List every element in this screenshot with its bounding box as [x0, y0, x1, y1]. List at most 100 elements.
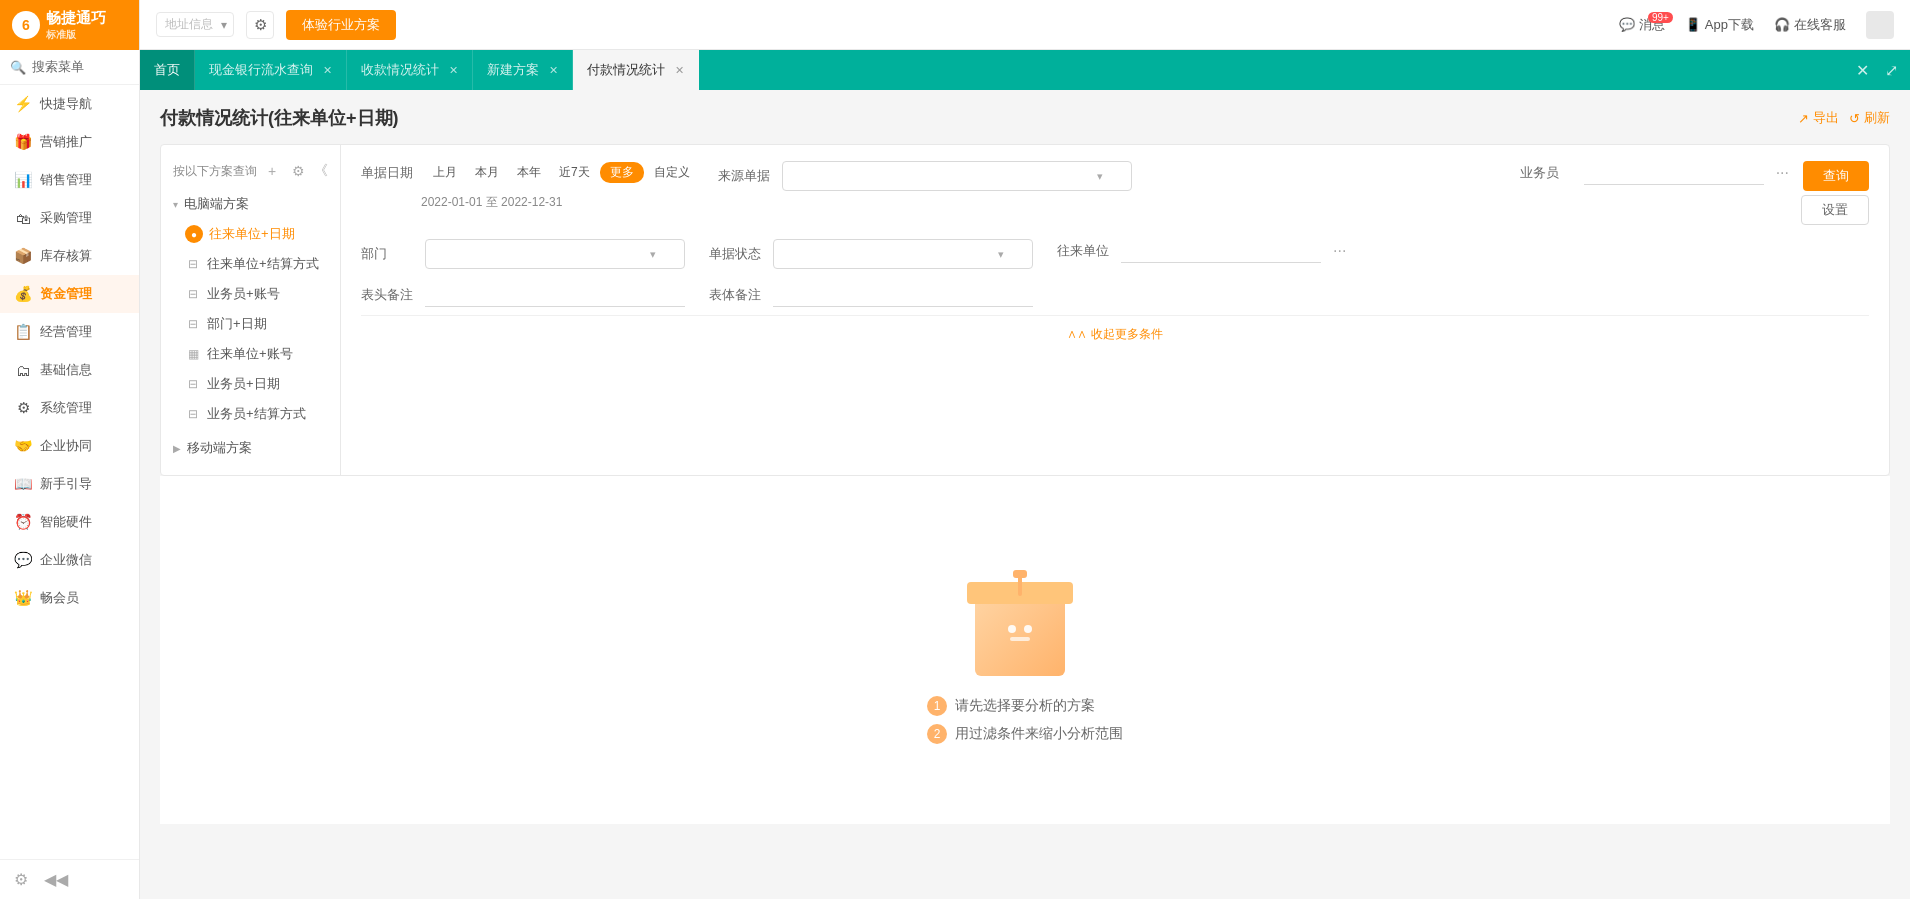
export-button[interactable]: ↗ 导出	[1798, 109, 1839, 127]
sidebar-item-weixin[interactable]: 💬 企业微信	[0, 541, 139, 579]
scheme-settings-icon[interactable]: ⚙	[288, 161, 308, 181]
date-opt-more[interactable]: 更多	[600, 162, 644, 183]
sales-icon: 📊	[14, 171, 32, 189]
tab-payment-label: 付款情况统计	[587, 61, 665, 79]
settings-button[interactable]: 设置	[1801, 195, 1869, 225]
tab-new-scheme[interactable]: 新建方案 ✕	[473, 50, 573, 90]
scheme-item-unit-settle[interactable]: ⊟ 往来单位+结算方式	[161, 249, 340, 279]
scheme-collapse-icon[interactable]: 《	[314, 162, 328, 180]
tab-home-label: 首页	[154, 61, 180, 79]
date-opt-custom[interactable]: 自定义	[646, 161, 698, 184]
dept-select[interactable]: ▾	[425, 239, 685, 269]
address-text: 地址信息	[165, 17, 213, 31]
address-bar[interactable]: 地址信息 ▾	[156, 12, 234, 37]
sidebar-item-enterprise[interactable]: 🤝 企业协同	[0, 427, 139, 465]
sidebar-item-label: 企业协同	[40, 437, 92, 455]
sidebar-item-basic[interactable]: 🗂 基础信息	[0, 351, 139, 389]
sidebar-item-sales[interactable]: 📊 销售管理	[0, 161, 139, 199]
scheme-add-icon[interactable]: +	[262, 161, 282, 181]
message-icon: 💬	[1619, 17, 1635, 32]
tab-receipt[interactable]: 收款情况统计 ✕	[347, 50, 473, 90]
scheme-item-staff-account[interactable]: ⊟ 业务员+账号	[161, 279, 340, 309]
tab-payment-close[interactable]: ✕	[675, 64, 684, 77]
user-avatar[interactable]	[1866, 11, 1894, 39]
header-right: 💬 消息 99+ 📱 App下载 🎧 在线客服	[1619, 11, 1894, 39]
sidebar-item-system[interactable]: ⚙ 系统管理	[0, 389, 139, 427]
scheme-group-desktop-header[interactable]: ▾ 电脑端方案	[161, 189, 340, 219]
sidebar-item-finance[interactable]: 💰 资金管理	[0, 275, 139, 313]
app-download-action[interactable]: 📱 App下载	[1685, 16, 1754, 34]
date-opt-last-month[interactable]: 上月	[425, 161, 465, 184]
purchase-icon: 🛍	[14, 209, 32, 227]
scheme-item-dept-date[interactable]: ⊟ 部门+日期	[161, 309, 340, 339]
date-opt-this-year[interactable]: 本年	[509, 161, 549, 184]
page-actions: ↗ 导出 ↺ 刷新	[1798, 109, 1890, 127]
tab-new-scheme-close[interactable]: ✕	[549, 64, 558, 77]
sidebar-search[interactable]: 🔍 搜索菜单	[0, 50, 139, 85]
date-opt-this-month[interactable]: 本月	[467, 161, 507, 184]
tab-home[interactable]: 首页	[140, 50, 195, 90]
tab-cashflow[interactable]: 现金银行流水查询 ✕	[195, 50, 347, 90]
scheme-item-staff-date[interactable]: ⊟ 业务员+日期	[161, 369, 340, 399]
sidebar-item-label: 采购管理	[40, 209, 92, 227]
scheme-group-desktop: ▾ 电脑端方案 ● 往来单位+日期 ⊟ 往来单位+结算方式 ⊟ 业务员+账号	[161, 189, 340, 429]
filter-actions: 查询 设置	[1801, 161, 1869, 225]
source-filter-label: 来源单据	[718, 167, 774, 185]
scheme-group-mobile-header[interactable]: ▶ 移动端方案	[161, 433, 340, 463]
trial-button[interactable]: 体验行业方案	[286, 10, 396, 40]
tab-cashflow-close[interactable]: ✕	[323, 64, 332, 77]
empty-hint-1: 1 请先选择要分析的方案	[927, 696, 1123, 716]
filter-row-2: 部门 ▾ 单据状态 ▾ 往来单位	[361, 239, 1869, 269]
sidebar-item-hardware[interactable]: ⏰ 智能硬件	[0, 503, 139, 541]
collapse-bar[interactable]: ∧∧ 收起更多条件	[361, 315, 1869, 353]
quicknav-icon: ⚡	[14, 95, 32, 113]
date-opt-7days[interactable]: 近7天	[551, 161, 598, 184]
marketing-icon: 🎁	[14, 133, 32, 151]
tab-new-scheme-label: 新建方案	[487, 61, 539, 79]
source-select[interactable]: ▾	[782, 161, 1132, 191]
scheme-item-unit-account[interactable]: ▦ 往来单位+账号	[161, 339, 340, 369]
logo-icon: 6	[12, 11, 40, 39]
staff-input[interactable]	[1584, 161, 1764, 185]
sidebar-nav: ⚡ 快捷导航 🎁 营销推广 📊 销售管理 🛍 采购管理 📦 库存核算 💰 资金管…	[0, 85, 139, 859]
sidebar-item-inventory[interactable]: 📦 库存核算	[0, 237, 139, 275]
scheme-item-label: 往来单位+账号	[207, 345, 293, 363]
tab-receipt-close[interactable]: ✕	[449, 64, 458, 77]
header-note-input[interactable]	[425, 283, 685, 307]
staff-dots-icon[interactable]: ···	[1772, 164, 1793, 182]
sidebar-item-marketing[interactable]: 🎁 营销推广	[0, 123, 139, 161]
message-action[interactable]: 💬 消息 99+	[1619, 16, 1665, 34]
body-note-input[interactable]	[773, 283, 1033, 307]
counterpart-input[interactable]	[1121, 239, 1321, 263]
collapse-arrow-icon: ∧∧	[1067, 327, 1087, 341]
mobile-group-label: 移动端方案	[187, 439, 252, 457]
refresh-button[interactable]: ↺ 刷新	[1849, 109, 1890, 127]
tab-expand-icon[interactable]: ⤢	[1881, 57, 1902, 84]
query-button[interactable]: 查询	[1803, 161, 1869, 191]
tab-payment[interactable]: 付款情况统计 ✕	[573, 50, 699, 90]
sidebar-item-label: 企业微信	[40, 551, 92, 569]
counterpart-filter-label: 往来单位	[1057, 242, 1113, 260]
app-edition: 标准版	[46, 28, 106, 42]
scheme-item-staff-settle[interactable]: ⊟ 业务员+结算方式	[161, 399, 340, 429]
sidebar-item-quicknav[interactable]: ⚡ 快捷导航	[0, 85, 139, 123]
empty-eye-right	[1024, 625, 1032, 633]
header-settings-icon[interactable]: ⚙	[246, 11, 274, 39]
filter-row-3: 表头备注 表体备注	[361, 283, 1869, 307]
sidebar-item-member[interactable]: 👑 畅会员	[0, 579, 139, 617]
tab-close-all-icon[interactable]: ✕	[1852, 57, 1873, 84]
sidebar-item-guide[interactable]: 📖 新手引导	[0, 465, 139, 503]
sidebar-item-operation[interactable]: 📋 经营管理	[0, 313, 139, 351]
sidebar-item-purchase[interactable]: 🛍 采购管理	[0, 199, 139, 237]
online-service-action[interactable]: 🎧 在线客服	[1774, 16, 1846, 34]
empty-texts: 1 请先选择要分析的方案 2 用过滤条件来缩小分析范围	[927, 696, 1123, 744]
sidebar-item-label: 快捷导航	[40, 95, 92, 113]
scheme-item-unit-date[interactable]: ● 往来单位+日期	[161, 219, 340, 249]
message-badge: 99+	[1648, 12, 1673, 23]
collapse-sidebar-icon[interactable]: ◀◀	[44, 870, 68, 889]
counterpart-dots-icon[interactable]: ···	[1329, 242, 1350, 260]
voucher-status-filter-group: 单据状态 ▾	[709, 239, 1033, 269]
weixin-icon: 💬	[14, 551, 32, 569]
voucher-status-select[interactable]: ▾	[773, 239, 1033, 269]
settings-footer-icon[interactable]: ⚙	[14, 870, 28, 889]
